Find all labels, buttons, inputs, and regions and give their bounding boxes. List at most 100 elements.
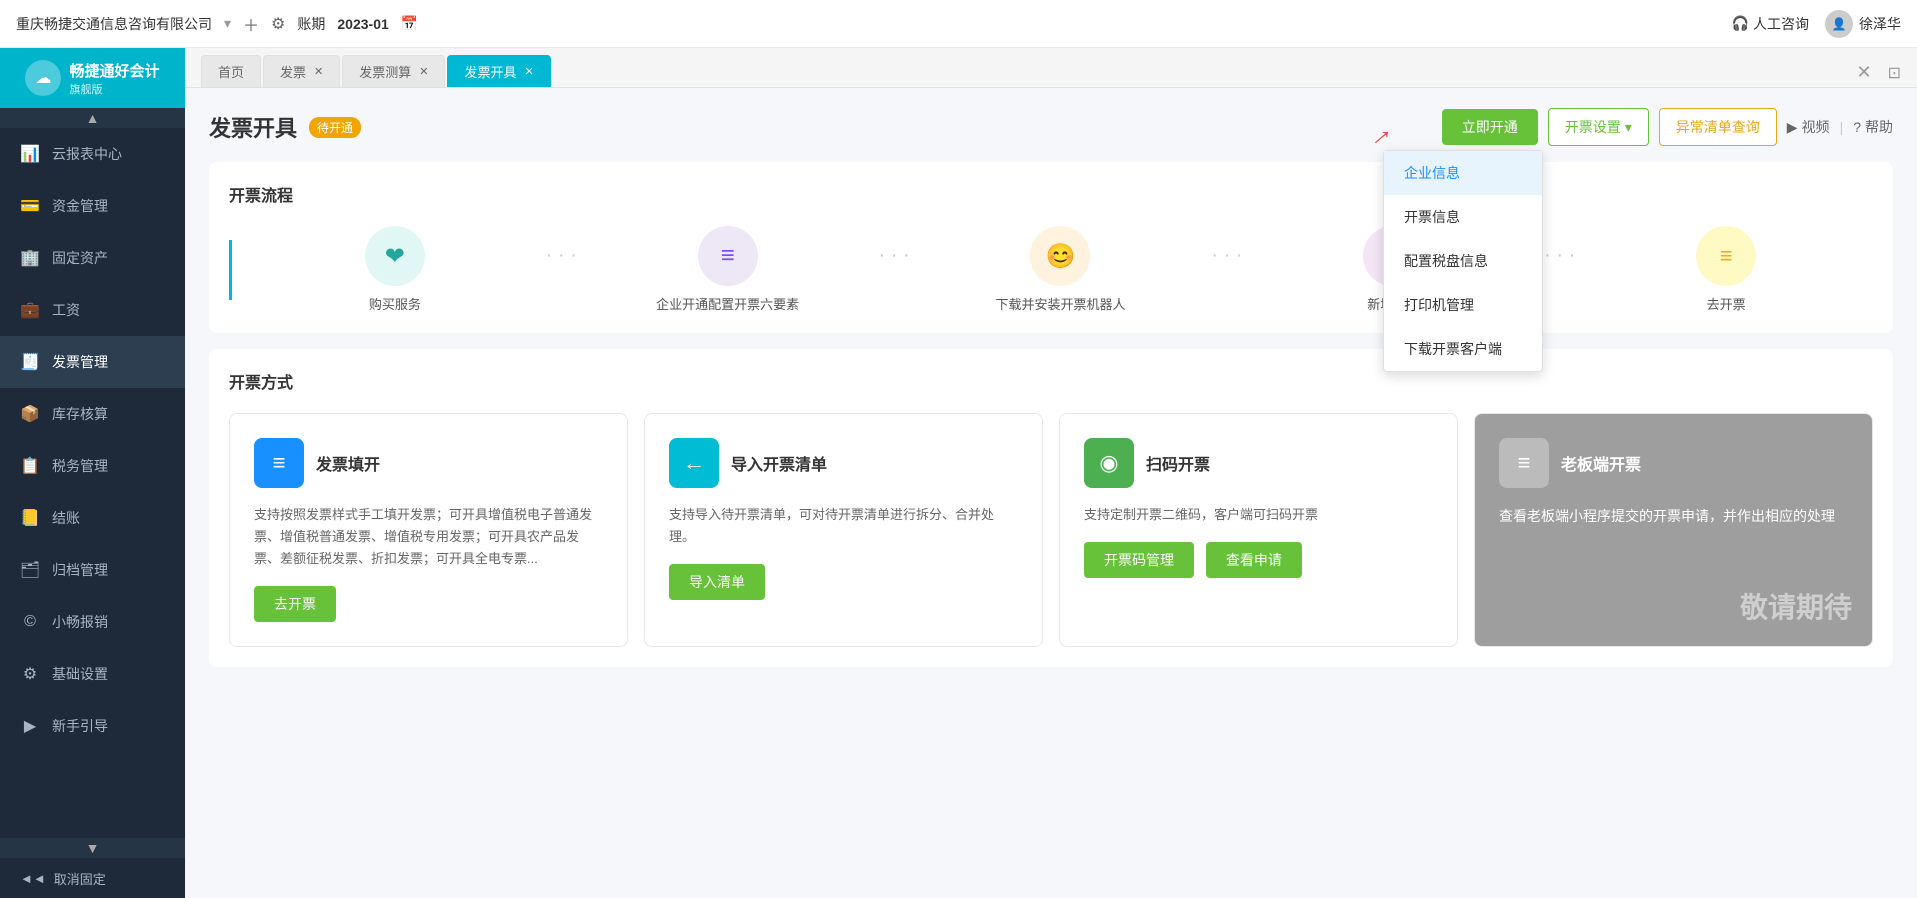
flow-left-border: [229, 240, 232, 300]
sidebar-scroll-down[interactable]: ▼: [0, 838, 185, 858]
scan-invoice-qr-button[interactable]: 开票码管理: [1084, 542, 1194, 578]
checkout-icon: 📒: [20, 508, 40, 528]
sidebar-item-reports-label: 云报表中心: [52, 144, 122, 164]
tab-bar: 首页 发票 ✕ 发票测算 ✕ 发票开具 ✕ ✕ ⊡: [185, 48, 1917, 88]
method-card-import-header: ← 导入开票清单: [669, 438, 1018, 488]
sidebar-item-salary[interactable]: 💼 工资: [0, 284, 185, 336]
method-card-boss-header: ≡ 老板端开票: [1499, 438, 1848, 488]
dropdown-item-invoice-info[interactable]: 开票信息: [1384, 195, 1542, 239]
help-button[interactable]: ? 帮助: [1853, 117, 1893, 137]
sidebar-item-salary-label: 工资: [52, 300, 80, 320]
chevron-down-icon: ▼: [86, 840, 100, 856]
boss-invoice-title: 老板端开票: [1561, 451, 1641, 475]
tab-calc-close[interactable]: ✕: [419, 65, 428, 78]
fill-invoice-button[interactable]: 去开票: [254, 586, 336, 622]
scan-invoice-desc: 支持定制开票二维码，客户端可扫码开票: [1084, 504, 1433, 526]
sidebar-item-assets-label: 固定资产: [52, 248, 108, 268]
company-dropdown-icon[interactable]: ▾: [224, 15, 231, 32]
add-icon[interactable]: ＋: [243, 12, 259, 36]
main-content: 发票开具 待开通 立即开通 开票设置 ▾ 异常清单查询 ▶ 视频: [185, 88, 1917, 898]
sidebar-scroll-up[interactable]: ▲: [0, 108, 185, 128]
sidebar-item-assets[interactable]: 🏢 固定资产: [0, 232, 185, 284]
import-symbol: ←: [683, 450, 705, 476]
tab-invoice[interactable]: 发票 ✕: [263, 55, 340, 87]
cancel-pin-button[interactable]: ◄◄ 取消固定: [0, 858, 185, 898]
guide-icon: ▶: [20, 716, 40, 736]
logo-title: 畅捷通好会计: [69, 60, 159, 81]
tab-calc-label: 发票测算: [359, 62, 411, 81]
tab-issue-label: 发票开具: [464, 62, 516, 81]
salary-icon: 💼: [20, 300, 40, 320]
assets-icon: 🏢: [20, 248, 40, 268]
tab-issue[interactable]: 发票开具 ✕: [447, 55, 550, 87]
tab-issue-close[interactable]: ✕: [525, 65, 534, 78]
flow-step-3: 😊 下载并安装开票机器人: [914, 226, 1208, 313]
flow-step-3-icon: 😊: [1030, 226, 1090, 286]
exception-button[interactable]: 异常清单查询: [1659, 108, 1777, 146]
support-button[interactable]: 🎧 人工咨询: [1732, 14, 1809, 34]
logo-subtitle: 旗舰版: [69, 81, 159, 97]
dropdown-item-download[interactable]: 下载开票客户端: [1384, 327, 1542, 371]
headset-icon: 🎧: [1732, 15, 1749, 32]
tab-invoice-close[interactable]: ✕: [314, 65, 323, 78]
unpin-icon: ◄◄: [20, 871, 46, 886]
settings-button-label: 开票设置: [1565, 117, 1621, 137]
sidebar-item-invoice[interactable]: 🧾 发票管理: [0, 336, 185, 388]
play-icon: ▶: [1787, 119, 1798, 136]
dropdown-item-tax-disk[interactable]: 配置税盘信息: [1384, 239, 1542, 283]
video-button[interactable]: ▶ 视频: [1787, 117, 1830, 137]
flow-section: 开票流程 ❤ 购买服务 · · · ≡: [209, 162, 1893, 333]
period-value: 2023-01: [337, 16, 388, 32]
flow-connector-2: · · ·: [875, 244, 914, 267]
sidebar-item-archive[interactable]: 🗂 归档管理: [0, 544, 185, 596]
method-card-boss: ≡ 老板端开票 查看老板端小程序提交的开票申请，并作出相应的处理 敬请期待: [1474, 413, 1873, 647]
window-close-button[interactable]: ✕: [1849, 58, 1880, 87]
sidebar-item-expense[interactable]: © 小畅报销: [0, 596, 185, 648]
activate-button[interactable]: 立即开通: [1442, 109, 1538, 145]
calendar-icon[interactable]: 📅: [401, 15, 418, 32]
video-label: 视频: [1802, 117, 1830, 137]
tab-window-controls: ✕ ⊡: [1849, 58, 1917, 87]
sidebar-item-tax[interactable]: 📋 税务管理: [0, 440, 185, 492]
chevron-up-icon: ▲: [86, 110, 100, 126]
tab-calc[interactable]: 发票测算 ✕: [342, 55, 445, 87]
flow-step-2-label: 企业开通配置开票六要素: [656, 294, 799, 313]
flow-step-5-label: 去开票: [1707, 294, 1746, 313]
scan-invoice-view-button[interactable]: 查看申请: [1206, 542, 1302, 578]
header-actions: 立即开通 开票设置 ▾ 异常清单查询 ▶ 视频 | ?: [1442, 108, 1893, 146]
sidebar-logo: ☁ 畅捷通好会计 旗舰版: [0, 48, 185, 108]
window-expand-button[interactable]: ⊡: [1880, 59, 1909, 87]
page-title-area: 发票开具 待开通: [209, 111, 361, 143]
fill-invoice-desc: 支持按照发票样式手工填开发票；可开具增值税电子普通发票、增值税普通发票、增值税专…: [254, 504, 603, 570]
boss-invoice-icon: ≡: [1499, 438, 1549, 488]
sidebar-item-funds[interactable]: 💳 资金管理: [0, 180, 185, 232]
flow-step-3-label: 下载并安装开票机器人: [995, 294, 1125, 313]
expense-icon: ©: [20, 612, 40, 632]
sidebar-item-checkout[interactable]: 📒 结账: [0, 492, 185, 544]
tab-home[interactable]: 首页: [201, 55, 261, 87]
scan-symbol: ◉: [1099, 450, 1118, 476]
sidebar-item-settings-label: 基础设置: [52, 664, 108, 684]
funds-icon: 💳: [20, 196, 40, 216]
method-card-scan-header: ◉ 扫码开票: [1084, 438, 1433, 488]
dropdown-item-printer-label: 打印机管理: [1404, 297, 1474, 313]
user-info[interactable]: 👤 徐泽华: [1825, 10, 1901, 38]
sidebar-item-guide[interactable]: ▶ 新手引导: [0, 700, 185, 752]
dropdown-item-company-label: 企业信息: [1404, 165, 1460, 181]
flow-steps: ❤ 购买服务 · · · ≡ 企业开通配置开票六要素 · · ·: [229, 226, 1873, 313]
settings-dropdown-menu: 企业信息 开票信息 配置税盘信息 打印机管理: [1383, 150, 1543, 372]
fill-invoice-symbol: ≡: [273, 450, 286, 476]
sidebar-item-funds-label: 资金管理: [52, 196, 108, 216]
settings-dropdown-arrow: ▾: [1625, 119, 1632, 136]
sidebar-item-inventory[interactable]: 📦 库存核算: [0, 388, 185, 440]
sidebar-item-settings[interactable]: ⚙ 基础设置: [0, 648, 185, 700]
import-invoice-button[interactable]: 导入清单: [669, 564, 765, 600]
flow-connector-4: · · ·: [1540, 244, 1579, 267]
logo-icon: ☁: [25, 60, 61, 96]
settings-icon[interactable]: ⚙: [271, 14, 285, 34]
dropdown-item-company[interactable]: 企业信息: [1384, 151, 1542, 195]
settings-button[interactable]: 开票设置 ▾: [1548, 108, 1649, 146]
dropdown-item-printer[interactable]: 打印机管理: [1384, 283, 1542, 327]
sidebar-item-reports[interactable]: 📊 云报表中心: [0, 128, 185, 180]
boss-symbol: ≡: [1518, 450, 1531, 476]
